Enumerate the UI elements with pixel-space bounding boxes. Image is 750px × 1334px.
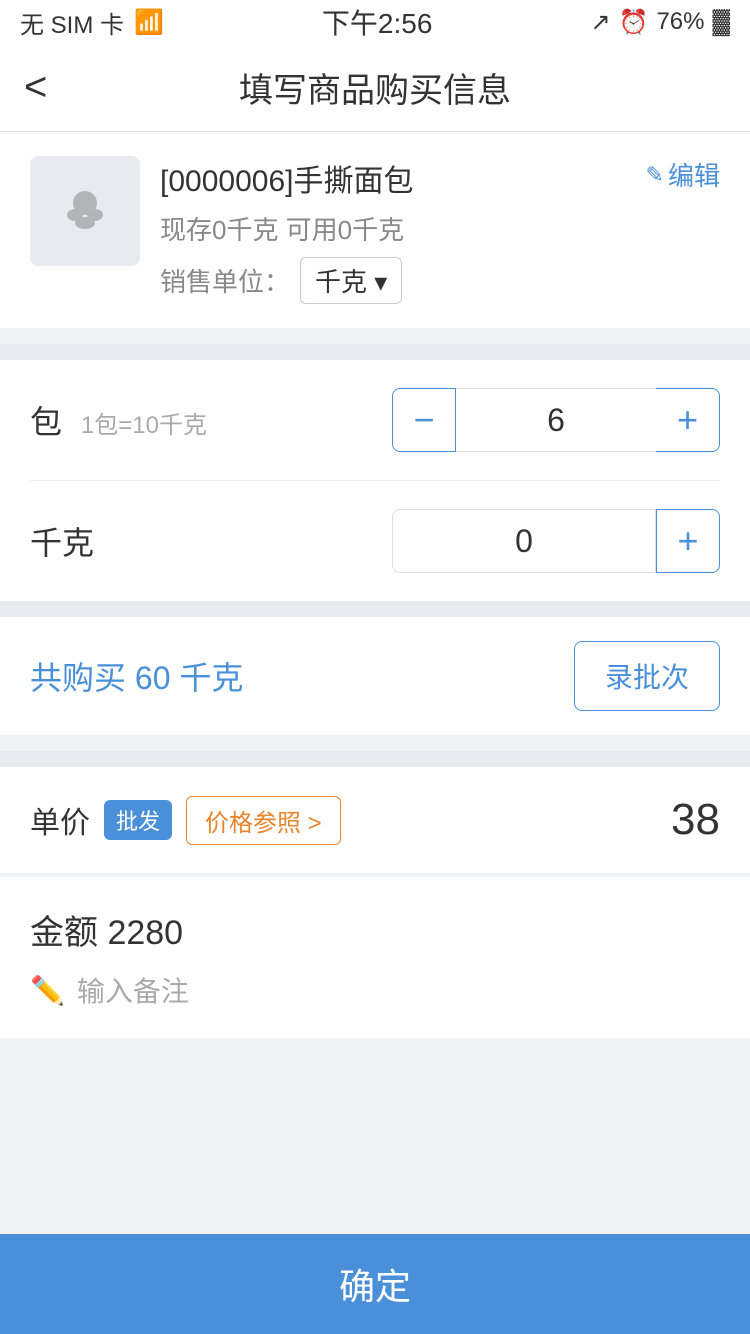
input-section: 包 1包=10千克 − + 千克 + — [0, 360, 750, 601]
page-title: 填写商品购买信息 — [239, 63, 511, 112]
bao-input[interactable] — [456, 388, 656, 452]
battery-label: 76% — [656, 8, 704, 36]
note-placeholder: 输入备注 — [77, 970, 189, 1010]
price-value: 38 — [671, 795, 720, 845]
total-text: 共购买 60 千克 — [30, 653, 243, 699]
price-section: 单价 批发 价格参照 > 38 — [0, 767, 750, 873]
unit-select[interactable]: 千克 ▾ — [300, 257, 402, 304]
batch-button[interactable]: 录批次 — [574, 641, 720, 711]
price-ref-button[interactable]: 价格参照 > — [186, 796, 341, 845]
section-divider-3 — [0, 751, 750, 767]
edit-button[interactable]: ✎ 编辑 — [646, 156, 720, 193]
alarm-icon: ⏰ — [619, 8, 649, 37]
price-tag: 批发 — [104, 800, 172, 840]
status-bar: 无 SIM 卡 📶 下午2:56 ↗ ⏰ 76% ▓ — [0, 0, 750, 44]
kg-input[interactable] — [392, 509, 656, 573]
product-thumbnail-icon — [55, 181, 115, 241]
bao-minus-button[interactable]: − — [392, 388, 456, 452]
pencil-icon: ✏️ — [30, 974, 65, 1007]
product-info: [0000006]手撕面包 ✎ 编辑 现存0千克 可用0千克 销售单位： 千克 … — [160, 156, 720, 304]
note-row[interactable]: ✏️ 输入备注 — [30, 970, 720, 1010]
sim-label: 无 SIM 卡 — [20, 5, 124, 40]
product-card: [0000006]手撕面包 ✎ 编辑 现存0千克 可用0千克 销售单位： 千克 … — [0, 132, 750, 328]
price-left: 单价 批发 价格参照 > — [30, 796, 341, 845]
amount-row: 金额 2280 — [30, 905, 720, 954]
product-stock: 现存0千克 可用0千克 — [160, 210, 720, 247]
kg-label: 千克 — [30, 518, 94, 564]
section-divider-2 — [0, 601, 750, 617]
status-time: 下午2:56 — [322, 2, 433, 42]
nav-bar: < 填写商品购买信息 — [0, 44, 750, 132]
status-left: 无 SIM 卡 📶 — [20, 5, 164, 40]
battery-icon: ▓ — [712, 8, 730, 36]
amount-section: 金额 2280 ✏️ 输入备注 — [0, 877, 750, 1038]
wifi-icon: 📶 — [134, 8, 164, 37]
location-icon: ↗ — [590, 8, 610, 37]
kg-stepper: + — [392, 509, 720, 573]
product-unit: 销售单位： 千克 ▾ — [160, 257, 720, 304]
kg-input-row: 千克 + — [30, 481, 720, 601]
kg-plus-button[interactable]: + — [656, 509, 720, 573]
total-section: 共购买 60 千克 录批次 — [0, 617, 750, 735]
back-button[interactable]: < — [24, 65, 47, 110]
bao-input-row: 包 1包=10千克 − + — [30, 360, 720, 481]
product-name: [0000006]手撕面包 — [160, 156, 413, 200]
bao-plus-button[interactable]: + — [656, 388, 720, 452]
bao-stepper: − + — [392, 388, 720, 452]
bao-label: 包 1包=10千克 — [30, 397, 207, 443]
confirm-bar[interactable]: 确定 — [0, 1234, 750, 1334]
confirm-label: 确定 — [339, 1258, 411, 1310]
product-image — [30, 156, 140, 266]
price-label: 单价 — [30, 798, 90, 842]
status-right: ↗ ⏰ 76% ▓ — [590, 8, 730, 37]
section-divider-1 — [0, 344, 750, 360]
